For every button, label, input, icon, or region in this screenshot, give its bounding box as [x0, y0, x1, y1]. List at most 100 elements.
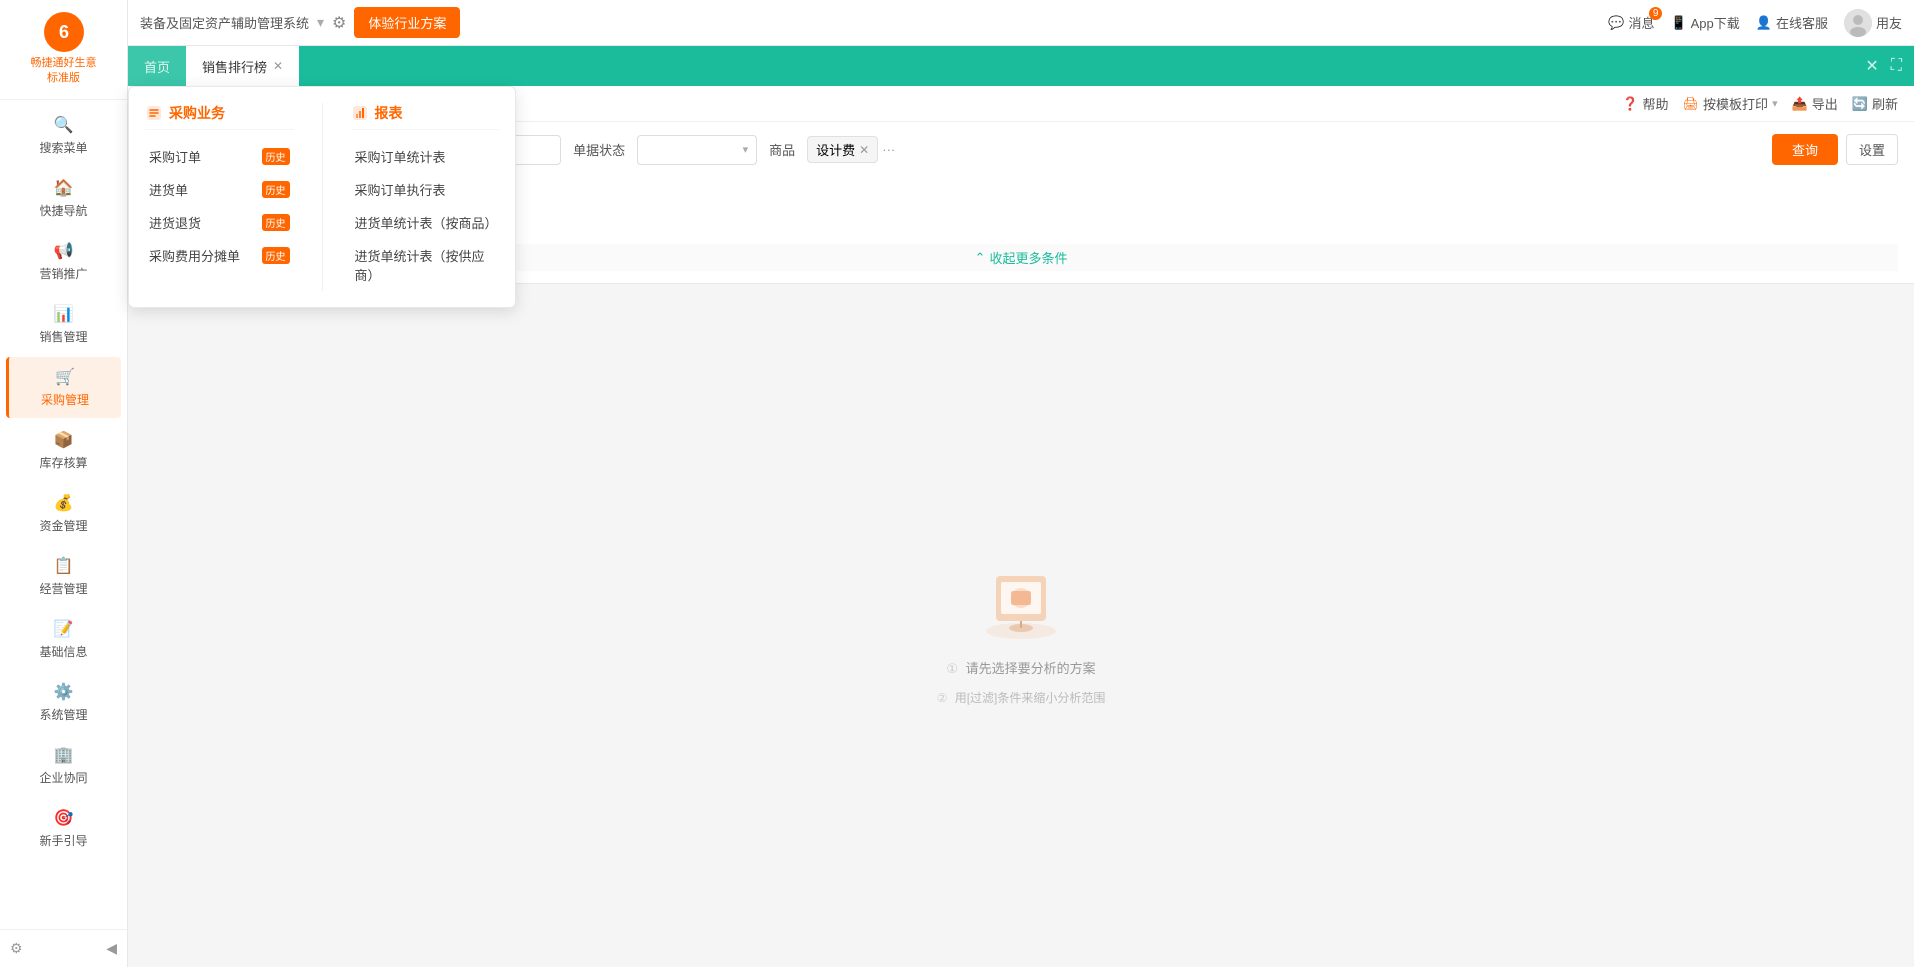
collapse-up-icon: ⌃: [975, 250, 986, 266]
topbar-settings-icon[interactable]: ⚙: [332, 13, 346, 33]
nav-icon-marketing: 📢: [54, 241, 74, 261]
dropdown-item-report-4[interactable]: 进货单统计表（按供应商）: [351, 239, 500, 291]
dropdown-item-report-3[interactable]: 进货单统计表（按商品）: [351, 206, 500, 239]
tab-home[interactable]: 首页: [128, 46, 186, 86]
print-button[interactable]: 🖨 按模板打印 ▾: [1683, 94, 1778, 113]
nav-icon-inventory: 📦: [54, 430, 74, 450]
collapse-sidebar-icon[interactable]: ◀: [106, 940, 117, 957]
sidebar-item-basic-info[interactable]: 📝 基础信息: [6, 609, 121, 670]
help-icon: ❓: [1622, 96, 1638, 112]
svg-text:6: 6: [58, 22, 68, 42]
sidebar-item-system[interactable]: ⚙️ 系统管理: [6, 672, 121, 733]
nav-icon-system: ⚙️: [54, 682, 74, 702]
export-button[interactable]: 📤 导出: [1792, 94, 1838, 113]
nav-label-operations: 经营管理: [39, 580, 87, 597]
nav-label-quick-nav: 快捷导航: [39, 202, 87, 219]
history-badge-0: 历史: [262, 148, 290, 165]
nav-label-inventory: 库存核算: [39, 454, 87, 471]
nav-label-marketing: 营销推广: [39, 265, 87, 282]
nav-icon-enterprise: 🏢: [54, 745, 74, 765]
nav-label-search: 搜索菜单: [39, 139, 87, 156]
nav-icon-operations: 📋: [54, 556, 74, 576]
voucher-status-dropdown-icon: ▾: [743, 143, 749, 156]
sidebar-item-operations[interactable]: 📋 经营管理: [6, 546, 121, 607]
dropdown-purchase-col: 采购业务 采购订单 历史 进货单 历史 进货退货 历史 采购费用分摊单 历史: [145, 103, 294, 291]
nav-icon-quick-nav: 🏠: [54, 178, 74, 198]
sidebar-item-sales[interactable]: 📊 销售管理: [6, 294, 121, 355]
nav-label-sales: 销售管理: [39, 328, 87, 345]
topbar-message[interactable]: 💬 消息 9: [1608, 13, 1654, 32]
topbar-right: 💬 消息 9 📱 App下载 👤 在线客服 用友: [1608, 9, 1902, 37]
dropdown-item-inbound[interactable]: 进货单 历史: [145, 173, 294, 206]
tab-sales-ranking-label: 销售排行榜: [202, 57, 267, 76]
goods-dots-btn[interactable]: ···: [882, 142, 895, 157]
nav-label-enterprise: 企业协同: [39, 769, 87, 786]
goods-label: 商品: [769, 140, 795, 159]
goods-filter: 设计费 ✕ ···: [807, 136, 895, 163]
service-icon: 👤: [1756, 15, 1772, 31]
sidebar-item-marketing[interactable]: 📢 营销推广: [6, 231, 121, 292]
logo-text: 畅捷通好生意 标准版: [31, 56, 97, 87]
empty-illustration: [971, 546, 1071, 646]
tab-maximize-icon[interactable]: ⛶: [1887, 55, 1906, 77]
nav-label-guide: 新手引导: [39, 832, 87, 849]
trial-button[interactable]: 体验行业方案: [354, 7, 460, 38]
nav-label-purchase: 采购管理: [41, 391, 89, 408]
dropdown-item-purchase-order[interactable]: 采购订单 历史: [145, 140, 294, 173]
user-avatar: [1844, 9, 1872, 37]
topbar: 装备及固定资产辅助管理系统 ▾ ⚙ 体验行业方案 💬 消息 9 📱 App下载 …: [128, 0, 1914, 46]
settings-bottom-icon[interactable]: ⚙: [10, 940, 23, 957]
empty-state: ① 请先选择要分析的方案 ② 用[过滤]条件来缩小分析范围: [128, 284, 1914, 967]
print-dropdown-icon[interactable]: ▾: [1772, 97, 1778, 110]
tab-sales-ranking[interactable]: 销售排行榜 ✕: [186, 46, 299, 86]
print-icon: 🖨: [1683, 96, 1700, 112]
tab-home-label: 首页: [144, 57, 170, 76]
sidebar-bottom: ⚙ ◀: [0, 929, 127, 967]
tab-close-icon[interactable]: ✕: [273, 59, 283, 73]
nav-icon-purchase: 🛒: [55, 367, 75, 387]
message-icon: 💬: [1608, 15, 1624, 31]
dropdown-item-expense[interactable]: 采购费用分摊单 历史: [145, 239, 294, 272]
nav-icon-basic-info: 📝: [54, 619, 74, 639]
sidebar-item-enterprise[interactable]: 🏢 企业协同: [6, 735, 121, 796]
sidebar-logo: 6 畅捷通好生意 标准版: [0, 0, 127, 100]
history-badge-3: 历史: [262, 247, 290, 264]
tabbar-actions: ✕ ⛶: [1861, 54, 1914, 78]
dropdown-item-report-1[interactable]: 采购订单统计表: [351, 140, 500, 173]
voucher-status-select[interactable]: ▾: [637, 135, 757, 165]
empty-hint-1: ① 请先选择要分析的方案: [946, 658, 1095, 677]
sidebar-item-quick-nav[interactable]: 🏠 快捷导航: [6, 168, 121, 229]
refresh-button[interactable]: 🔄 刷新: [1852, 94, 1898, 113]
nav-label-system: 系统管理: [39, 706, 87, 723]
sidebar-item-finance[interactable]: 💰资金管理: [6, 483, 121, 544]
report-col-icon: [351, 104, 369, 122]
nav-icon-guide: 🎯: [54, 808, 74, 828]
filter-settings-button[interactable]: 设置: [1846, 134, 1898, 165]
dropdown-item-report-2[interactable]: 采购订单执行表: [351, 173, 500, 206]
sidebar-item-inventory[interactable]: 📦 库存核算: [6, 420, 121, 481]
dropdown-purchase-title: 采购业务: [145, 103, 294, 130]
sidebar-item-guide[interactable]: 🎯 新手引导: [6, 798, 121, 859]
sidebar-item-purchase[interactable]: 🛒 采购管理: [6, 357, 121, 418]
topbar-user[interactable]: 用友: [1844, 9, 1902, 37]
topbar-app-download[interactable]: 📱 App下载: [1670, 13, 1739, 32]
help-button[interactable]: ❓ 帮助: [1622, 94, 1668, 113]
nav-icon-finance: 💰: [54, 493, 74, 513]
sidebar-item-search[interactable]: 🔍 搜索菜单: [6, 105, 121, 166]
tab-close-window-icon[interactable]: ✕: [1861, 54, 1882, 78]
nav-label-basic-info: 基础信息: [39, 643, 87, 660]
topbar-online-service[interactable]: 👤 在线客服: [1756, 13, 1828, 32]
dropdown-item-return[interactable]: 进货退货 历史: [145, 206, 294, 239]
voucher-status-label: 单据状态: [573, 140, 625, 159]
dropdown-report-title: 报表: [351, 103, 500, 130]
sidebar: 6 畅捷通好生意 标准版 🔍 搜索菜单 🏠 快捷导航 📢 营销推广 📊 销售管理 🛒 采购管理 📦 库…: [0, 0, 128, 967]
collapse-button[interactable]: ⌃ 收起更多条件: [975, 248, 1068, 267]
query-button[interactable]: 查询: [1772, 134, 1838, 165]
dropdown-divider: [322, 103, 323, 291]
nav-icon-search: 🔍: [54, 115, 74, 135]
topbar-dropdown-icon[interactable]: ▾: [317, 14, 324, 31]
message-badge: 9: [1649, 7, 1663, 20]
goods-tag-close[interactable]: ✕: [859, 143, 869, 157]
empty-hint-2: ② 用[过滤]条件来缩小分析范围: [937, 689, 1106, 706]
nav-icon-sales: 📊: [54, 304, 74, 324]
